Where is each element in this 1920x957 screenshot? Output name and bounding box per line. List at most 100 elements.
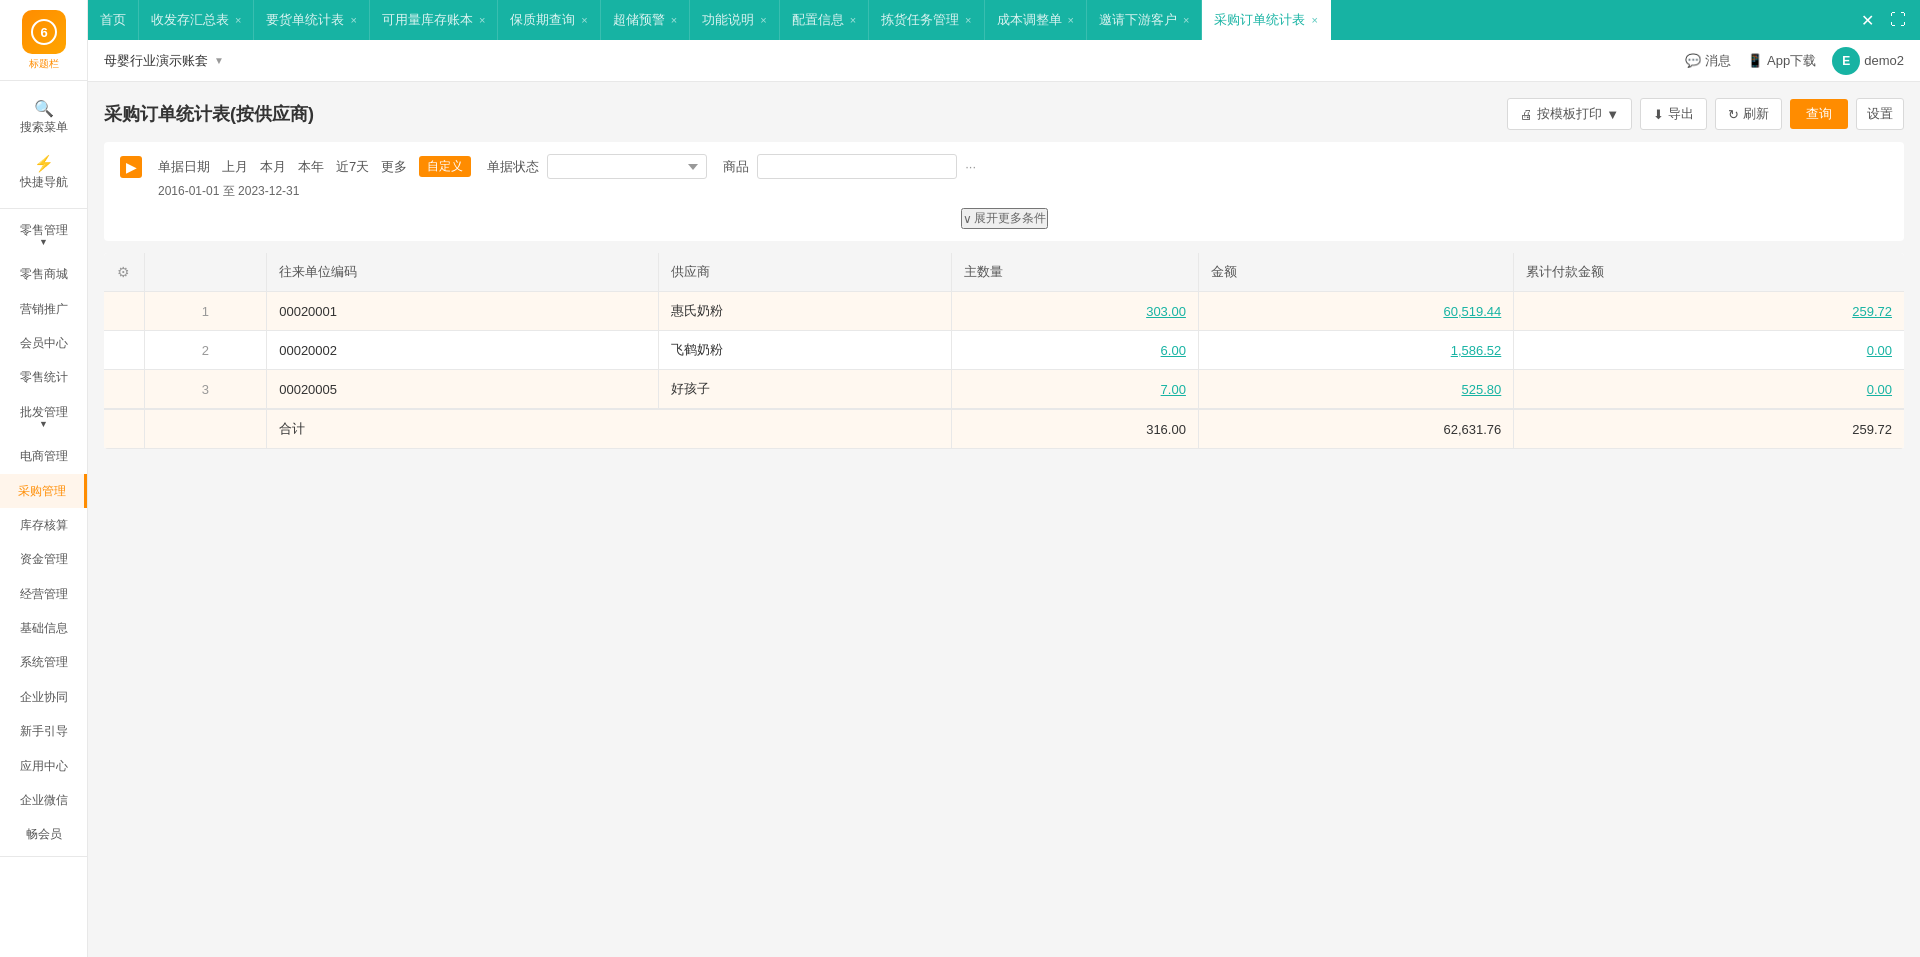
main-qty-link[interactable]: 6.00 bbox=[1161, 343, 1186, 358]
main-qty-cell: 6.00 bbox=[952, 331, 1199, 370]
amount-link[interactable]: 525.80 bbox=[1462, 382, 1502, 397]
footer-label-cell: 合计 bbox=[267, 409, 952, 449]
maximize-window-button[interactable]: ⛶ bbox=[1884, 7, 1912, 33]
tab-close-icon[interactable]: × bbox=[581, 14, 587, 26]
sidebar-item-vip-member[interactable]: 畅会员 bbox=[0, 817, 87, 851]
custom-date-tag[interactable]: 自定义 bbox=[419, 156, 471, 177]
tab-home[interactable]: 首页 bbox=[88, 0, 139, 40]
export-button[interactable]: ⬇ 导出 bbox=[1640, 98, 1707, 130]
tab-label: 收发存汇总表 bbox=[151, 11, 229, 29]
tab-close-icon[interactable]: × bbox=[965, 14, 971, 26]
tab-order-summary[interactable]: 要货单统计表× bbox=[254, 0, 369, 40]
user-avatar-area[interactable]: E demo2 bbox=[1832, 47, 1904, 75]
sidebar-item-enterprise-wechat[interactable]: 企业微信 bbox=[0, 783, 87, 817]
content-area: 采购订单统计表(按供应商) 🖨 按模板打印 ▼ ⬇ 导出 ↻ 刷新 查询 设置 bbox=[88, 82, 1920, 957]
sidebar-item-marketing[interactable]: 营销推广 bbox=[0, 292, 87, 326]
goods-more-icon[interactable]: ··· bbox=[965, 159, 976, 174]
date-shortcut-更多[interactable]: 更多 bbox=[377, 156, 411, 178]
tab-close-icon[interactable]: × bbox=[1311, 14, 1317, 26]
goods-input[interactable] bbox=[757, 154, 957, 179]
query-button[interactable]: 查询 bbox=[1790, 99, 1848, 129]
supplier-name-cell: 飞鹤奶粉 bbox=[659, 331, 952, 370]
tab-function-desc[interactable]: 功能说明× bbox=[690, 0, 779, 40]
row-settings-cell bbox=[104, 370, 144, 410]
print-button[interactable]: 🖨 按模板打印 ▼ bbox=[1507, 98, 1632, 130]
filter-toggle-button[interactable]: ▶ bbox=[120, 156, 142, 178]
tab-available-inventory[interactable]: 可用量库存账本× bbox=[370, 0, 498, 40]
settings-button[interactable]: 设置 bbox=[1856, 98, 1904, 130]
sidebar-item-finance[interactable]: 资金管理 bbox=[0, 542, 87, 576]
data-table: ⚙往来单位编码供应商主数量金额累计付款金额 1 00020001 惠氏奶粉 30… bbox=[104, 253, 1904, 449]
sidebar-item-operations[interactable]: 经营管理 bbox=[0, 577, 87, 611]
tab-close-icon[interactable]: × bbox=[1068, 14, 1074, 26]
tab-overstock-warning[interactable]: 超储预警× bbox=[601, 0, 690, 40]
app-download-button[interactable]: 📱 App下载 bbox=[1747, 52, 1816, 70]
tab-close-icon[interactable]: × bbox=[850, 14, 856, 26]
paid-amount-link[interactable]: 259.72 bbox=[1852, 304, 1892, 319]
tab-config-info[interactable]: 配置信息× bbox=[780, 0, 869, 40]
paid-amount-link[interactable]: 0.00 bbox=[1867, 343, 1892, 358]
tab-pick-task[interactable]: 拣货任务管理× bbox=[869, 0, 984, 40]
sidebar-item-retail-stats[interactable]: 零售统计 bbox=[0, 360, 87, 394]
sidebar-item-sys-manage[interactable]: 系统管理 bbox=[0, 645, 87, 679]
data-table-container: ⚙往来单位编码供应商主数量金额累计付款金额 1 00020001 惠氏奶粉 30… bbox=[104, 253, 1904, 449]
sidebar-item-new-guide[interactable]: 新手引导 bbox=[0, 714, 87, 748]
col-header-settings: ⚙ bbox=[104, 253, 144, 292]
expand-more-button[interactable]: ∨ 展开更多条件 bbox=[961, 208, 1048, 229]
sidebar-item-quick-nav[interactable]: ⚡ 快捷导航 bbox=[8, 144, 79, 199]
page-header: 采购订单统计表(按供应商) 🖨 按模板打印 ▼ ⬇ 导出 ↻ 刷新 查询 设置 bbox=[104, 98, 1904, 130]
tab-invite-downstream[interactable]: 邀请下游客户× bbox=[1087, 0, 1202, 40]
goods-filter-group: 商品 ··· bbox=[723, 154, 976, 179]
tab-purchase-order-summary[interactable]: 采购订单统计表× bbox=[1202, 0, 1330, 40]
message-button[interactable]: 💬 消息 bbox=[1685, 52, 1731, 70]
tab-cost-adjust[interactable]: 成本调整单× bbox=[985, 0, 1087, 40]
col-header-amount: 金额 bbox=[1198, 253, 1513, 292]
print-dropdown-arrow: ▼ bbox=[1606, 107, 1619, 122]
amount-link[interactable]: 1,586.52 bbox=[1451, 343, 1502, 358]
sidebar-item-retail-mall[interactable]: 零售商城 bbox=[0, 257, 87, 291]
export-icon: ⬇ bbox=[1653, 107, 1664, 122]
top-bar-right: ✕ ⛶ bbox=[1855, 7, 1920, 34]
sidebar-item-purchase-manage[interactable]: 采购管理 bbox=[0, 474, 87, 508]
workspace-name: 母婴行业演示账套 bbox=[104, 52, 208, 70]
sidebar-item-app-center[interactable]: 应用中心 bbox=[0, 749, 87, 783]
expand-arrow: ▼ bbox=[39, 237, 48, 247]
sidebar-item-search[interactable]: 🔍 搜索菜单 bbox=[8, 89, 79, 144]
status-select[interactable] bbox=[547, 154, 707, 179]
sidebar: 6 标题栏 🔍 搜索菜单 ⚡ 快捷导航 零售管理▼零售商城营销推广会员中心零售统… bbox=[0, 0, 88, 957]
sidebar-item-enterprise-coop[interactable]: 企业协同 bbox=[0, 680, 87, 714]
tab-close-icon[interactable]: × bbox=[235, 14, 241, 26]
amount-link[interactable]: 60,519.44 bbox=[1443, 304, 1501, 319]
sidebar-item-inventory[interactable]: 库存核算 bbox=[0, 508, 87, 542]
column-settings-icon[interactable]: ⚙ bbox=[117, 264, 130, 280]
date-shortcut-本月[interactable]: 本月 bbox=[256, 156, 290, 178]
main-qty-link[interactable]: 303.00 bbox=[1146, 304, 1186, 319]
date-label: 单据日期 bbox=[158, 158, 210, 176]
logo-text: 标题栏 bbox=[29, 57, 59, 70]
table-footer-row: 合计 316.00 62,631.76 259.72 bbox=[104, 409, 1904, 449]
refresh-button[interactable]: ↻ 刷新 bbox=[1715, 98, 1782, 130]
date-shortcut-上月[interactable]: 上月 bbox=[218, 156, 252, 178]
sidebar-item-member-center[interactable]: 会员中心 bbox=[0, 326, 87, 360]
tab-close-icon[interactable]: × bbox=[760, 14, 766, 26]
status-label: 单据状态 bbox=[487, 158, 539, 176]
goods-label: 商品 bbox=[723, 158, 749, 176]
sidebar-item-ecommerce[interactable]: 电商管理 bbox=[0, 439, 87, 473]
main-qty-link[interactable]: 7.00 bbox=[1161, 382, 1186, 397]
tab-close-icon[interactable]: × bbox=[350, 14, 356, 26]
tab-receive-summary[interactable]: 收发存汇总表 × bbox=[139, 0, 254, 40]
tab-close-icon[interactable]: × bbox=[671, 14, 677, 26]
date-shortcut-近7天[interactable]: 近7天 bbox=[332, 156, 373, 178]
tab-expiry-query[interactable]: 保质期查询× bbox=[498, 0, 600, 40]
quick-nav-icon: ⚡ bbox=[34, 154, 54, 173]
date-shortcut-本年[interactable]: 本年 bbox=[294, 156, 328, 178]
close-window-button[interactable]: ✕ bbox=[1855, 7, 1880, 34]
workspace-selector[interactable]: 母婴行业演示账套 ▼ bbox=[104, 52, 224, 70]
tab-close-icon[interactable]: × bbox=[1183, 14, 1189, 26]
sidebar-item-wholesale-manage[interactable]: 批发管理▼ bbox=[0, 395, 87, 439]
sidebar-item-basic-info[interactable]: 基础信息 bbox=[0, 611, 87, 645]
tab-close-icon[interactable]: × bbox=[479, 14, 485, 26]
footer-index-cell bbox=[144, 409, 267, 449]
sidebar-item-retail-manage[interactable]: 零售管理▼ bbox=[0, 213, 87, 257]
paid-amount-link[interactable]: 0.00 bbox=[1867, 382, 1892, 397]
